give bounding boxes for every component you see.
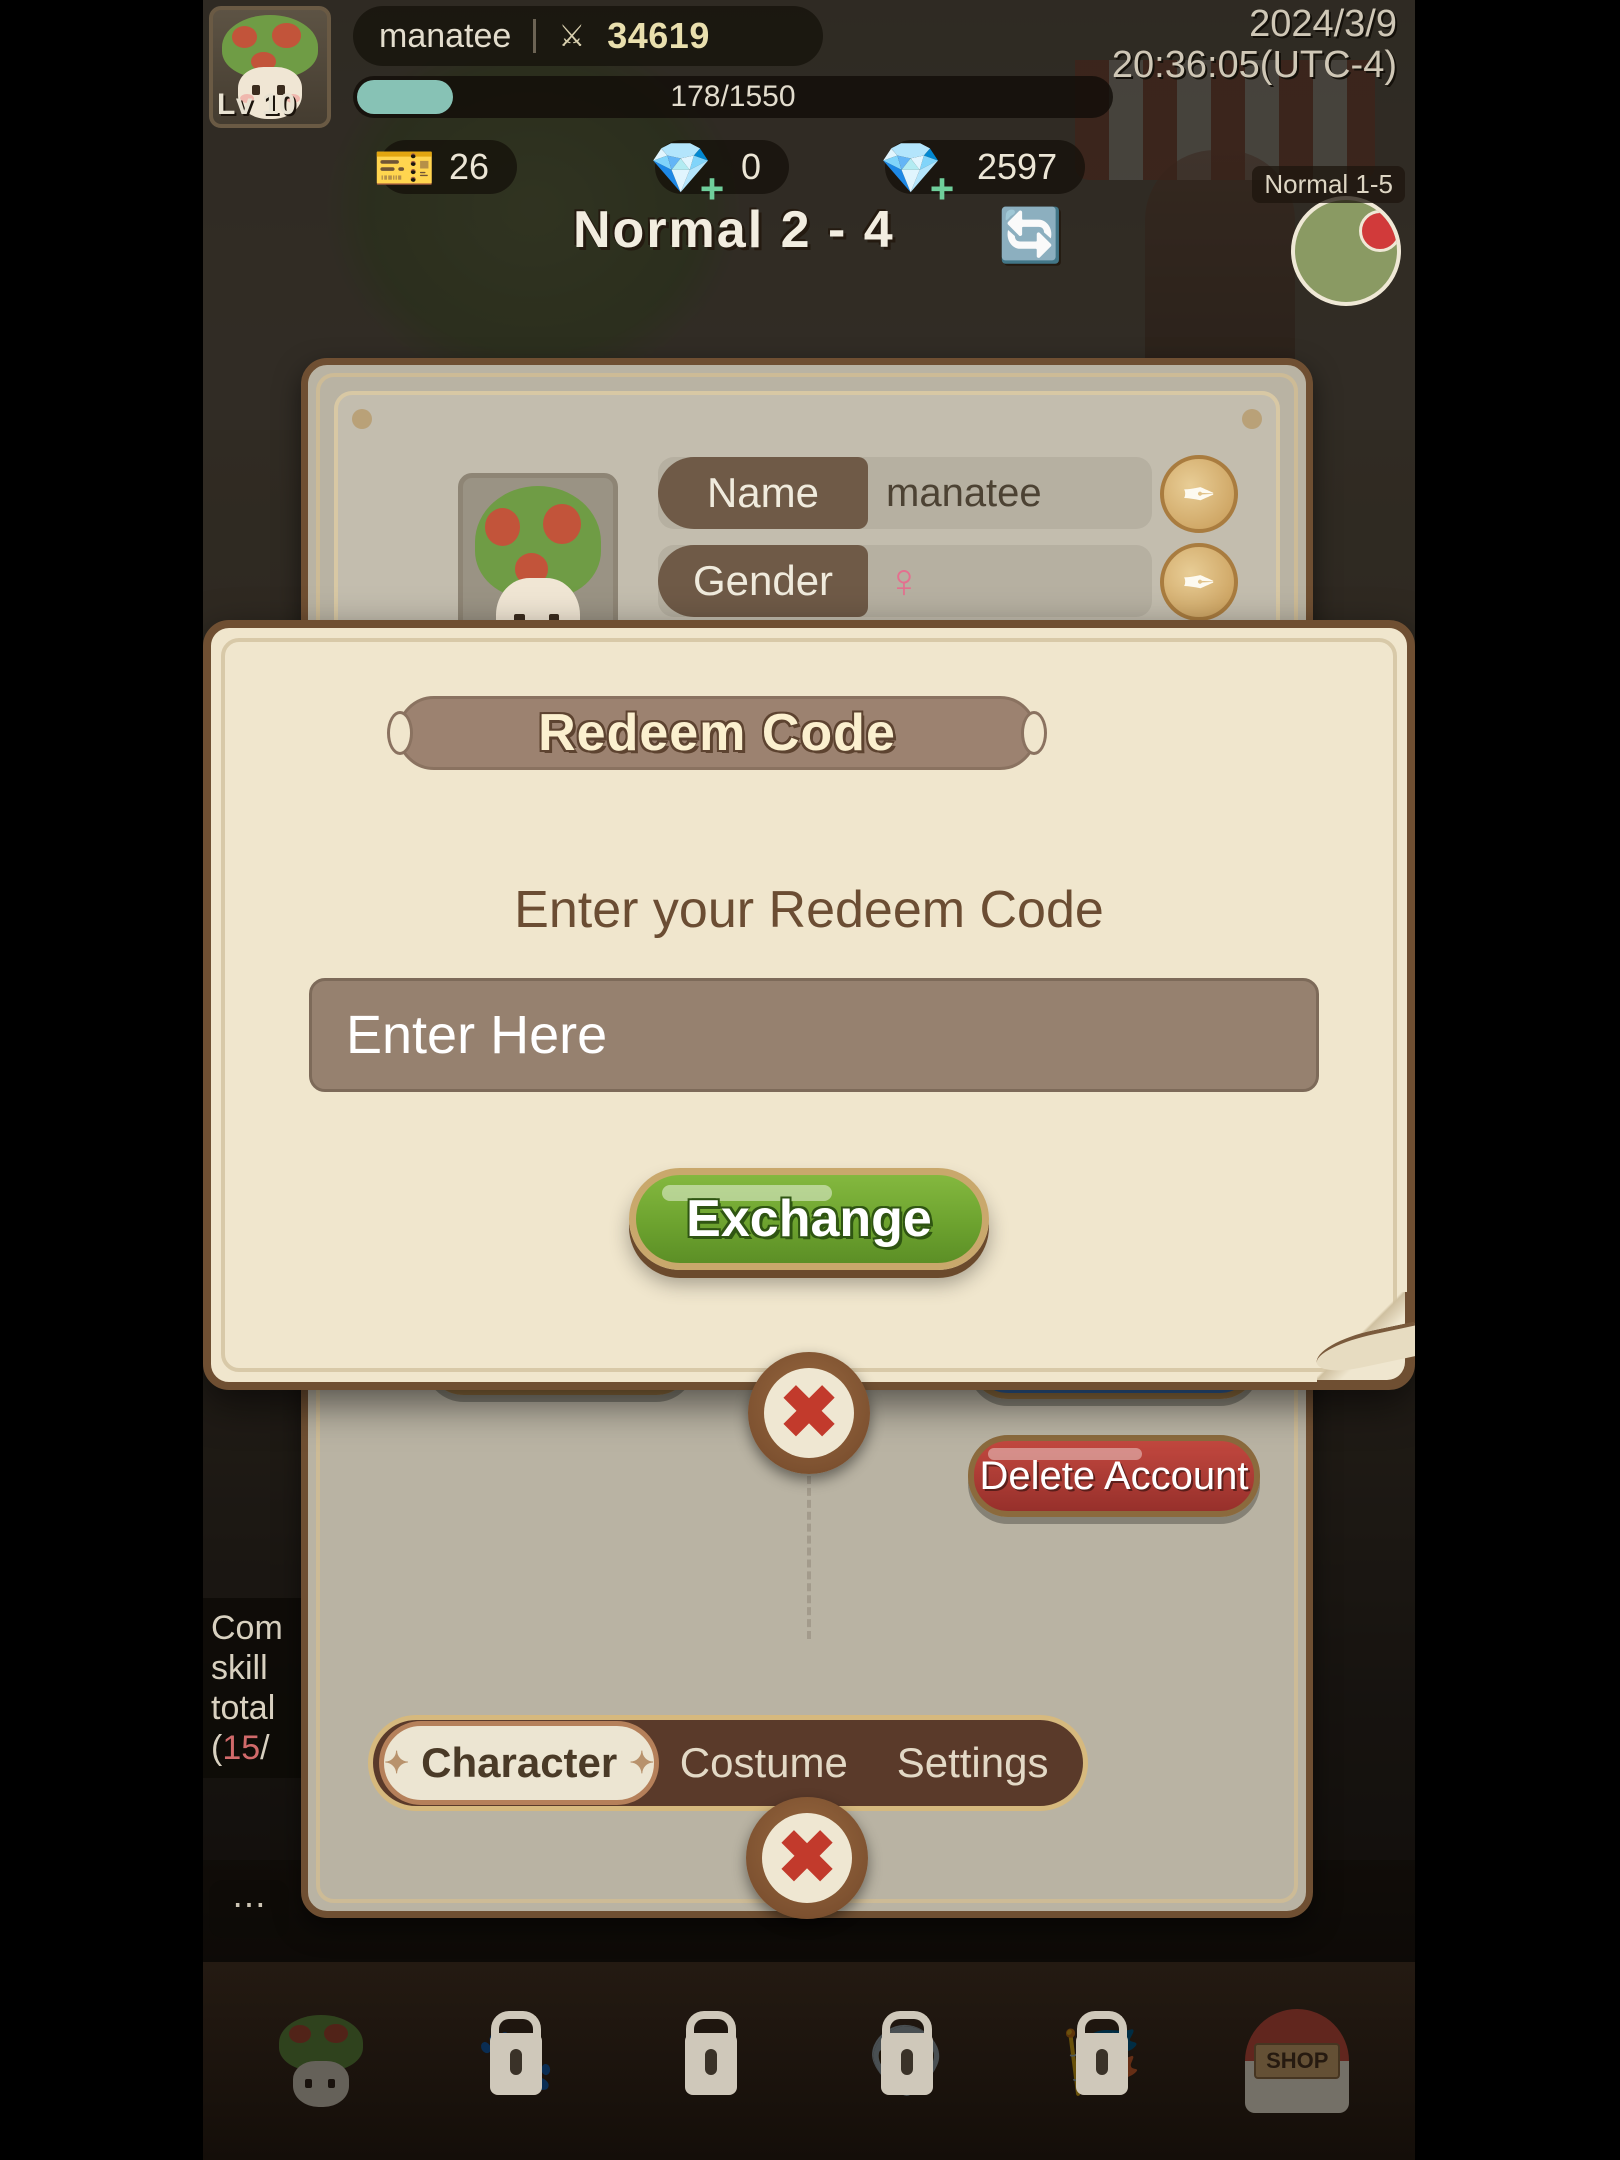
minimap-stage-tag: Normal 1-5 [1252, 166, 1405, 203]
game-viewport: Lv 10 manatee ⚔ 34619 178/1550 2024/3/9 … [203, 0, 1415, 2160]
redeem-code-input[interactable]: Enter Here [309, 978, 1319, 1092]
info-value: manatee [886, 470, 1042, 515]
xp-progress-bar: 178/1550 [353, 76, 1113, 118]
dialog-title-banner: Redeem Code [387, 696, 1047, 770]
player-name-pill: manatee ⚔ 34619 [353, 6, 823, 66]
paper-curl-decoration [1317, 1292, 1413, 1388]
gender-symbol-icon: ♀ [886, 554, 922, 608]
tab-character-label: Character [421, 1739, 618, 1786]
close-x-icon: ✖ [762, 1813, 852, 1903]
clock-time: 20:36:05(UTC-4) [1111, 44, 1397, 87]
quest-ticker[interactable]: Com skill total (15/ [203, 1598, 311, 1779]
lock-icon [489, 2032, 542, 2095]
info-label: Name [658, 457, 868, 529]
current-stage-label: Normal 2 - 4 [573, 201, 895, 259]
dialog-title: Redeem Code [538, 704, 896, 762]
resource-value: 2597 [977, 146, 1058, 187]
player-name: manatee [379, 16, 512, 55]
quill-icon[interactable]: ✒ [1160, 455, 1238, 533]
xp-text: 178/1550 [670, 80, 796, 113]
character-mushroom-icon [265, 2005, 377, 2117]
ticket-icon: 🎫 [373, 139, 437, 196]
nav-item-character[interactable] [256, 1996, 386, 2126]
letterbox-stage: Lv 10 manatee ⚔ 34619 178/1550 2024/3/9 … [0, 0, 1620, 2160]
combat-power-value: 34619 [607, 15, 710, 56]
dialog-prompt: Enter your Redeem Code [514, 881, 1104, 939]
player-avatar[interactable]: Lv 10 [209, 6, 331, 128]
info-row-name: Name manatee ✒ [658, 455, 1238, 533]
quest-line: Com [211, 1609, 283, 1647]
resource-value: 26 [449, 146, 490, 187]
paren: ( [211, 1729, 223, 1768]
close-redeem-dialog-button[interactable]: ✖ [748, 1352, 870, 1474]
x-glyph: ✖ [778, 1373, 840, 1453]
lock-icon [880, 2032, 933, 2095]
quest-progress: (15/ [211, 1728, 303, 1768]
refresh-icon[interactable]: 🔄 [998, 205, 1063, 265]
banner-notch [387, 711, 413, 755]
pin-decoration [1242, 409, 1262, 429]
exchange-button-label: Exchange [686, 1190, 932, 1248]
lock-icon [685, 2032, 738, 2095]
player-level: Lv 10 [217, 88, 297, 121]
redeem-code-dialog: Redeem Code Enter your Redeem Code Enter… [203, 620, 1415, 1390]
plus-icon[interactable]: + [925, 168, 959, 210]
resource-chip-ruby[interactable]: 💎 + 2597 [880, 140, 1086, 210]
sparkle-icon: ✦ [384, 1746, 410, 1780]
nav-item-shop[interactable]: SHOP [1232, 1996, 1362, 2126]
window-tab-bar: ✦ Character ✦ Costume Settings [368, 1715, 1088, 1811]
server-clock: 2024/3/9 20:36:05(UTC-4) [1111, 3, 1397, 87]
resource-value: 0 [741, 146, 762, 187]
nav-item-cape[interactable]: 🎏 [1037, 1996, 1167, 2126]
tab-character[interactable]: ✦ Character ✦ [379, 1721, 660, 1805]
close-x-icon: ✖ [764, 1368, 854, 1458]
minimap[interactable] [1291, 196, 1401, 306]
exchange-button[interactable]: Exchange [629, 1168, 989, 1270]
shop-icon: SHOP [1245, 2009, 1350, 2113]
quest-line: skill [211, 1649, 268, 1688]
tab-settings-label: Settings [896, 1739, 1049, 1786]
crystal-icon: 💎 + [645, 132, 724, 210]
resource-chip-crystal[interactable]: 💎 + 0 [650, 140, 790, 210]
slash: / [260, 1729, 270, 1768]
quill-icon[interactable]: ✒ [1160, 543, 1238, 621]
top-hud: Lv 10 manatee ⚔ 34619 178/1550 2024/3/9 … [203, 0, 1415, 306]
minimap-marker [1359, 210, 1397, 252]
info-row-gender: Gender ♀ ✒ [658, 543, 1238, 621]
nav-item-pets[interactable]: 🐾 [451, 1996, 581, 2126]
clock-date: 2024/3/9 [1249, 3, 1397, 45]
delete-account-label: Delete Account [979, 1453, 1249, 1498]
nav-item-equipment[interactable]: ⚔ [646, 1996, 776, 2126]
tab-costume[interactable]: Costume [659, 1721, 868, 1805]
info-label: Gender [658, 545, 868, 617]
bottom-navigation-bar: 🐾 ⚔ 👽 🎏 SHOP [203, 1962, 1415, 2160]
divider [533, 19, 537, 53]
close-character-window-button[interactable]: ✖ [746, 1797, 868, 1919]
quest-count: 15 [222, 1729, 261, 1768]
nav-item-monsters[interactable]: 👽 [842, 1996, 972, 2126]
x-glyph: ✖ [776, 1818, 838, 1898]
pin-decoration [352, 409, 372, 429]
chat-dots-icon[interactable]: ⋯ [209, 1880, 289, 1938]
lock-icon [1075, 2032, 1128, 2095]
resource-chip-ticket[interactable]: 🎫 26 [374, 140, 518, 196]
sparkle-icon: ✦ [629, 1746, 655, 1780]
quest-line: total [211, 1689, 276, 1728]
banner-notch [1021, 711, 1047, 755]
delete-account-button[interactable]: Delete Account [968, 1435, 1260, 1517]
shop-label: SHOP [1254, 2043, 1341, 2079]
redeem-code-placeholder: Enter Here [346, 1005, 608, 1065]
tab-settings[interactable]: Settings [868, 1721, 1077, 1805]
tab-costume-label: Costume [679, 1739, 848, 1786]
ruby-icon: 💎 + [875, 132, 954, 210]
swords-icon: ⚔ [558, 19, 586, 53]
